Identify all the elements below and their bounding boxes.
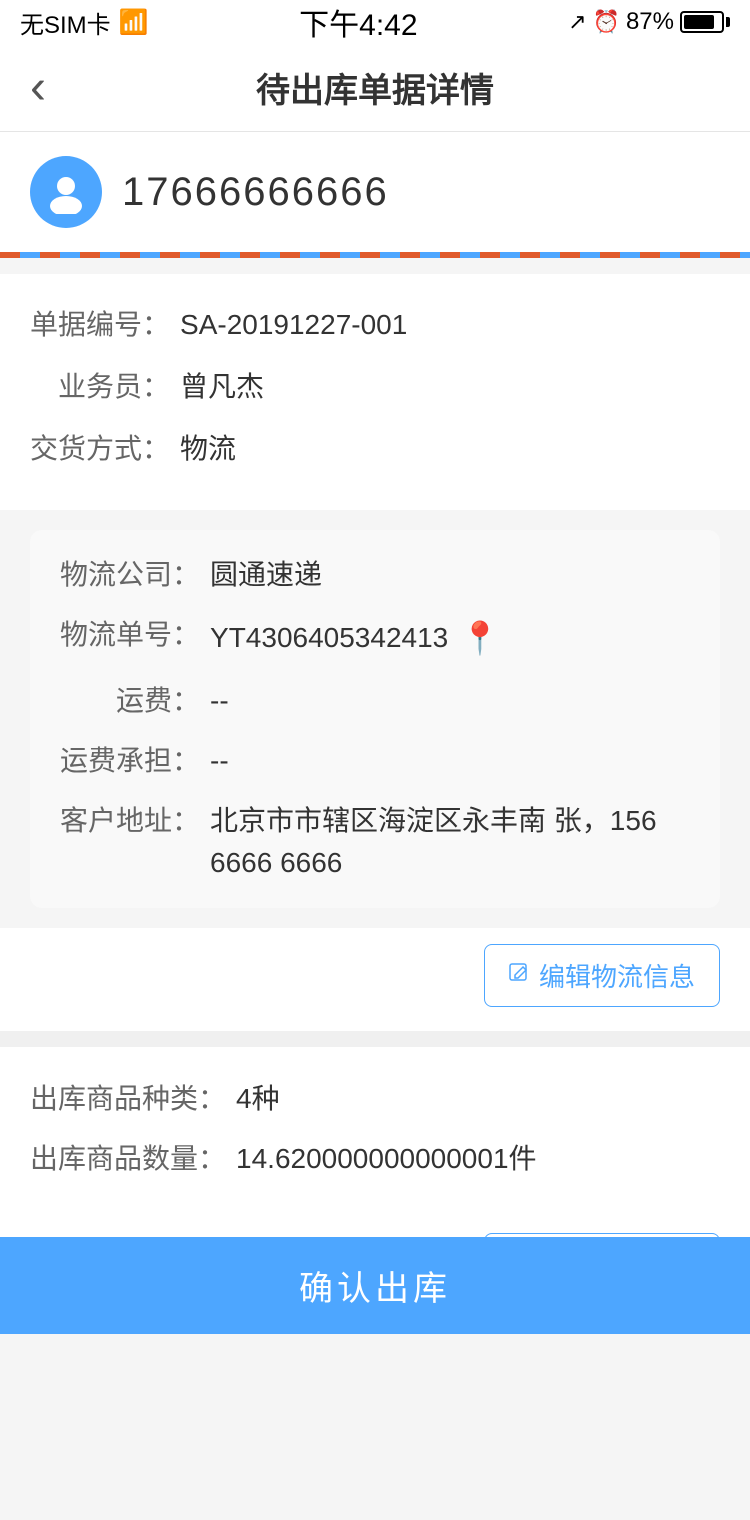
order-info-section: 单据编号： SA-20191227-001 业务员： 曾凡杰 交货方式： 物流: [0, 274, 750, 510]
avatar: [30, 156, 102, 228]
salesman-row: 业务员： 曾凡杰: [30, 366, 720, 408]
dashed-divider: [0, 252, 750, 258]
product-type-row: 出库商品种类： 4种: [30, 1077, 720, 1117]
logistics-company-value: 圆通速递: [210, 554, 690, 596]
logistics-freight-bearer-row: 运费承担： --: [60, 740, 690, 782]
logistics-freight-label: 运费：: [60, 680, 200, 722]
wifi-icon: 📶: [119, 8, 149, 37]
order-no-value: SA-20191227-001: [180, 304, 720, 346]
product-quantity-value: 14.620000000000001件: [236, 1137, 537, 1177]
product-quantity-label: 出库商品数量：: [30, 1137, 226, 1177]
product-section: 出库商品种类： 4种 出库商品数量： 14.620000000000001件: [0, 1047, 750, 1217]
status-right: ↗ ⏰ 87%: [568, 8, 730, 36]
logistics-address-label: 客户地址：: [60, 800, 200, 842]
logistics-tracking-row: 物流单号： YT4306405342413 📍: [60, 614, 690, 662]
logistics-address-row: 客户地址： 北京市市辖区海淀区永丰南 张，156 6666 6666: [60, 800, 690, 884]
product-type-label: 出库商品种类：: [30, 1077, 226, 1117]
edit-logistics-button[interactable]: 编辑物流信息: [484, 944, 720, 1007]
bottom-spacer: [0, 1320, 750, 1520]
back-button[interactable]: ‹: [30, 60, 46, 115]
battery-percent: 87%: [626, 8, 674, 36]
user-phone: 17666666666: [122, 170, 389, 215]
edit-logistics-label: 编辑物流信息: [539, 957, 695, 994]
salesman-value: 曾凡杰: [180, 366, 720, 408]
delivery-row: 交货方式： 物流: [30, 428, 720, 470]
logistics-company-row: 物流公司： 圆通速递: [60, 554, 690, 596]
logistics-company-label: 物流公司：: [60, 554, 200, 596]
logistics-freight-value: --: [210, 680, 690, 722]
logistics-tracking-label: 物流单号：: [60, 614, 200, 656]
order-no-label: 单据编号：: [30, 304, 170, 346]
status-bar: 无SIM卡 📶 下午4:42 ↗ ⏰ 87%: [0, 0, 750, 44]
confirm-outbound-button[interactable]: 确认出库: [299, 1261, 451, 1310]
edit-btn-row: 编辑物流信息: [0, 928, 750, 1031]
confirm-btn-container: 确认出库: [0, 1237, 750, 1334]
page-title: 待出库单据详情: [256, 63, 494, 112]
logistics-freight-bearer-label: 运费承担：: [60, 740, 200, 782]
time-display: 下午4:42: [299, 0, 417, 44]
alarm-icon: ⏰: [593, 9, 620, 35]
location-icon: ↗: [568, 9, 586, 35]
delivery-label: 交货方式：: [30, 428, 170, 470]
logistics-freight-row: 运费： --: [60, 680, 690, 722]
product-quantity-row: 出库商品数量： 14.620000000000001件: [30, 1137, 720, 1177]
logistics-tracking-value: YT4306405342413 📍: [210, 614, 690, 662]
avatar-icon: [44, 170, 88, 214]
carrier-text: 无SIM卡: [20, 5, 111, 40]
salesman-label: 业务员：: [30, 366, 170, 408]
logistics-card: 物流公司： 圆通速递 物流单号： YT4306405342413 📍 运费： -…: [30, 530, 720, 908]
battery-icon: [680, 11, 730, 33]
section-divider: [0, 1031, 750, 1047]
delivery-value: 物流: [180, 428, 720, 470]
edit-icon: [509, 960, 531, 992]
logistics-freight-bearer-value: --: [210, 740, 690, 782]
status-left: 无SIM卡 📶: [20, 5, 149, 40]
order-no-row: 单据编号： SA-20191227-001: [30, 304, 720, 346]
logistics-address-value: 北京市市辖区海淀区永丰南 张，156 6666 6666: [210, 800, 690, 884]
product-type-value: 4种: [236, 1077, 280, 1117]
nav-bar: ‹ 待出库单据详情: [0, 44, 750, 132]
location-pin-icon[interactable]: 📍: [460, 614, 500, 662]
user-header: 17666666666: [0, 132, 750, 252]
